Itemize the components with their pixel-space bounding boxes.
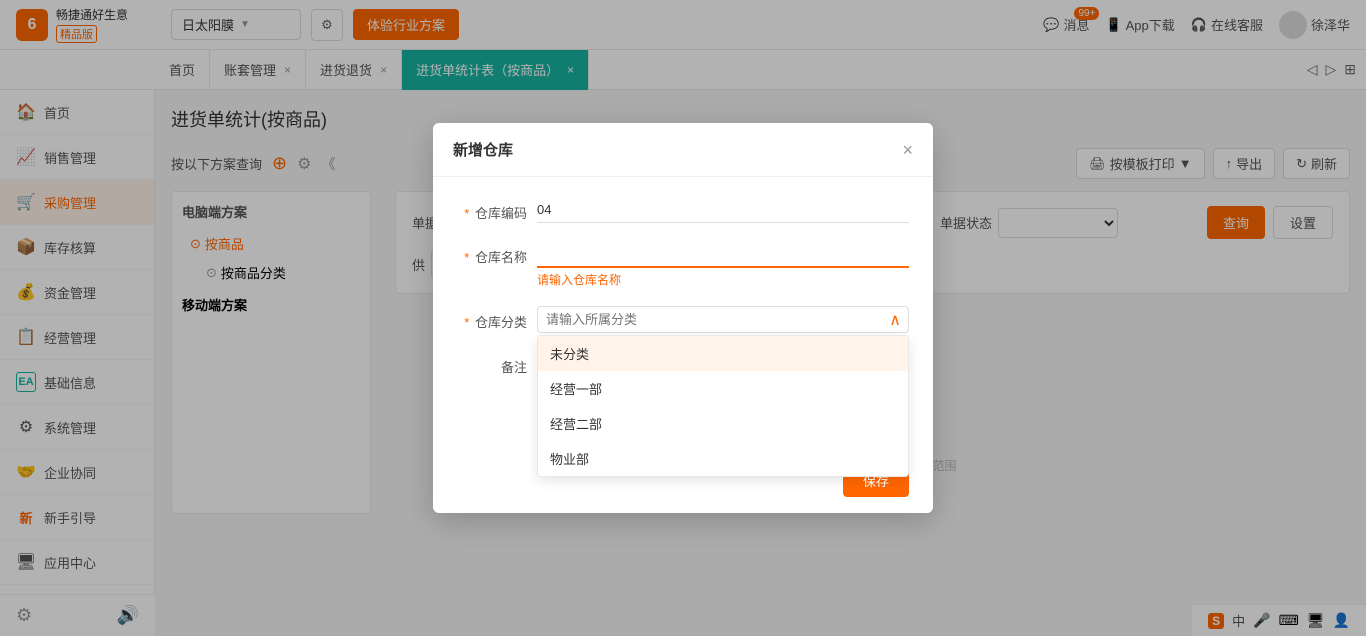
warehouse-name-wrap: 请输入仓库名称 [537, 241, 909, 288]
category-select-wrap: ∧ 未分类 经营一部 经营二部 物业部 [537, 306, 909, 333]
warehouse-code-row: * 仓库编码 [457, 197, 909, 223]
dropdown-item-property[interactable]: 物业部 [538, 441, 908, 476]
warehouse-code-wrap [537, 197, 909, 223]
warehouse-category-label: * 仓库分类 [457, 306, 537, 331]
warehouse-name-label: * 仓库名称 [457, 241, 537, 266]
dialog-body: * 仓库编码 * 仓库名称 请输入仓库名称 * 仓库分类 [433, 177, 933, 452]
dropdown-item-ops2[interactable]: 经营二部 [538, 406, 908, 441]
category-dropdown: 未分类 经营一部 经营二部 物业部 [537, 335, 909, 477]
dialog-close-button[interactable]: × [902, 141, 913, 159]
dropdown-item-ops1[interactable]: 经营一部 [538, 371, 908, 406]
dropdown-item-uncategorized[interactable]: 未分类 [538, 336, 908, 371]
warehouse-category-wrap: ∧ 未分类 经营一部 经营二部 物业部 [537, 306, 909, 333]
warehouse-category-row: * 仓库分类 ∧ 未分类 经营一部 经 [457, 306, 909, 333]
warehouse-remark-label: 备注 [457, 351, 537, 376]
add-warehouse-dialog: 新增仓库 × * 仓库编码 * 仓库名称 请输入仓库名称 [433, 123, 933, 513]
warehouse-category-input[interactable] [537, 306, 909, 333]
warehouse-name-error: 请输入仓库名称 [537, 271, 909, 288]
warehouse-name-input[interactable] [537, 241, 909, 268]
warehouse-name-row: * 仓库名称 请输入仓库名称 [457, 241, 909, 288]
dialog-title: 新增仓库 [453, 139, 513, 160]
warehouse-code-label: * 仓库编码 [457, 197, 537, 222]
warehouse-code-input[interactable] [537, 197, 909, 223]
dialog-header: 新增仓库 × [433, 123, 933, 177]
